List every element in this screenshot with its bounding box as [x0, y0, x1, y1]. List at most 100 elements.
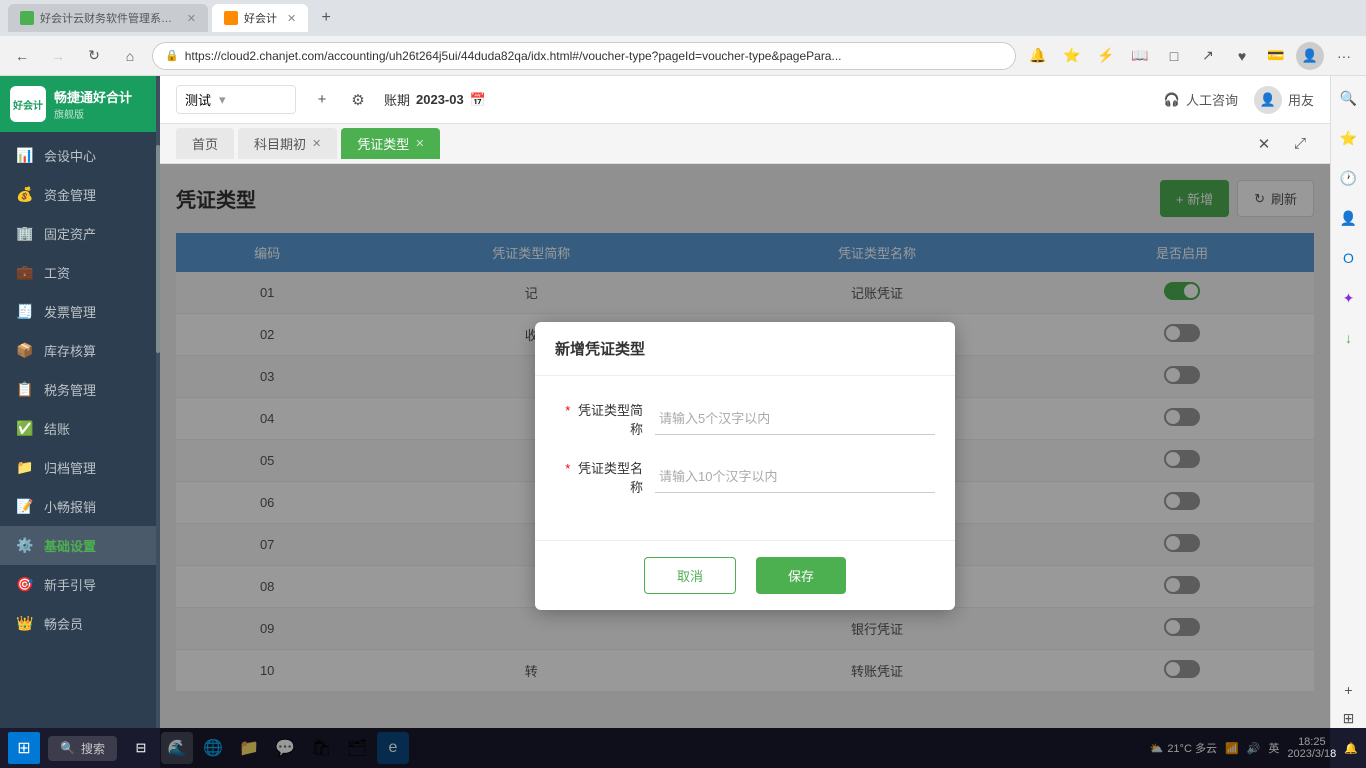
close-panel-icon[interactable]: ✕: [1250, 130, 1278, 158]
sidebar-item-fixed-assets[interactable]: 🏢 固定资产: [0, 214, 160, 253]
tab-subject-close[interactable]: ✕: [312, 137, 321, 150]
dashboard-icon: 📊: [16, 147, 34, 165]
name-input[interactable]: [655, 461, 935, 493]
tab-voucher-close[interactable]: ✕: [415, 137, 424, 150]
cancel-button[interactable]: 取消: [644, 557, 736, 594]
sidebar-item-guide[interactable]: 🎯 新手引导: [0, 565, 160, 604]
windows-icon: ⊞: [17, 738, 30, 758]
archive-icon: 📁: [16, 459, 34, 477]
start-button[interactable]: ⊞: [8, 732, 40, 764]
history-panel-btn[interactable]: 🕐: [1335, 164, 1363, 192]
sidebar-logo[interactable]: 好会计 畅捷通好合计 旗舰版: [0, 76, 160, 132]
sidebar-item-capital[interactable]: 💰 资金管理: [0, 175, 160, 214]
logo-title: 畅捷通好合计: [54, 87, 132, 106]
new-tab-button[interactable]: +: [312, 4, 340, 32]
collections-btn[interactable]: □: [1160, 42, 1188, 70]
add-panel-btn[interactable]: +: [1335, 676, 1363, 704]
reload-button[interactable]: ↻: [80, 42, 108, 70]
sidebar-item-tax[interactable]: 📋 税务管理: [0, 370, 160, 409]
fixed-assets-icon: 🏢: [16, 225, 34, 243]
sidebar-label-guide: 新手引导: [44, 575, 96, 594]
user-panel-btn[interactable]: 👤: [1335, 204, 1363, 232]
tab-home-label: 首页: [192, 134, 218, 153]
form-row-name: * 凭证类型名称: [555, 458, 935, 496]
sidebar: 好会计 畅捷通好合计 旗舰版 📊 会设中心 💰 资金管理 🏢 固定资产 💼 工资: [0, 76, 160, 768]
invoice-icon: 🧾: [16, 303, 34, 321]
notification-btn[interactable]: 🔔: [1344, 742, 1358, 755]
add-company-btn[interactable]: +: [308, 86, 336, 114]
settings-gear-btn[interactable]: ⚙: [344, 86, 372, 114]
tab-home[interactable]: 首页: [176, 128, 234, 159]
sidebar-item-invoice[interactable]: 🧾 发票管理: [0, 292, 160, 331]
salary-icon: 💼: [16, 264, 34, 282]
extensions-btn[interactable]: 🔔: [1024, 42, 1052, 70]
member-icon: 👑: [16, 615, 34, 633]
sidebar-label-report: 小畅报销: [44, 497, 96, 516]
sidebar-item-inventory[interactable]: 📦 库存核算: [0, 331, 160, 370]
topbar-actions: + ⚙: [308, 86, 372, 114]
main-content: 凭证类型 + 新增 ↻ 刷新 编码 凭证类型简称 凭证类型名称 是否启用: [160, 164, 1330, 768]
service-button[interactable]: 🎧 人工咨询: [1164, 90, 1238, 109]
company-selector[interactable]: 测试 ▾: [176, 85, 296, 114]
tab-voucher-type[interactable]: 凭证类型 ✕: [341, 128, 440, 159]
outlook-panel-btn[interactable]: O: [1335, 244, 1363, 272]
bookmark-btn[interactable]: ⭐: [1058, 42, 1086, 70]
performance-btn[interactable]: ⚡: [1092, 42, 1120, 70]
sidebar-label-capital: 资金管理: [44, 185, 96, 204]
period-calendar-icon[interactable]: 📅: [470, 92, 486, 108]
favorites-btn[interactable]: ♥: [1228, 42, 1256, 70]
tab-subject[interactable]: 科目期初 ✕: [238, 128, 337, 159]
browser-tab-2[interactable]: 好会计 ✕: [212, 4, 308, 32]
save-button[interactable]: 保存: [756, 557, 846, 594]
user-button[interactable]: 👤 用友: [1254, 86, 1314, 114]
sidebar-label-settings: 基础设置: [44, 536, 96, 555]
tax-icon: 📋: [16, 381, 34, 399]
sidebar-item-settlement[interactable]: ✅ 结账: [0, 409, 160, 448]
sidebar-item-settings[interactable]: ⚙️ 基础设置: [0, 526, 160, 565]
taskview-btn[interactable]: ⊟: [125, 732, 157, 764]
home-button[interactable]: ⌂: [116, 42, 144, 70]
back-button[interactable]: ←: [8, 42, 36, 70]
tab-title-2: 好会计: [244, 10, 277, 26]
url-bar[interactable]: 🔒 https://cloud2.chanjet.com/accounting/…: [152, 42, 1016, 70]
share-btn[interactable]: ↗: [1194, 42, 1222, 70]
star-panel-btn[interactable]: ⭐: [1335, 124, 1363, 152]
sidebar-item-dashboard[interactable]: 📊 会设中心: [0, 136, 160, 175]
add-voucher-type-modal: 新增凭证类型 * 凭证类型简称 *: [535, 322, 955, 610]
reading-btn[interactable]: 📖: [1126, 42, 1154, 70]
address-bar: ← → ↻ ⌂ 🔒 https://cloud2.chanjet.com/acc…: [0, 36, 1366, 76]
required-asterisk: *: [565, 403, 570, 418]
page-tab-nav: 首页 科目期初 ✕ 凭证类型 ✕ ✕ ⤢: [160, 124, 1330, 164]
forward-button[interactable]: →: [44, 42, 72, 70]
profile-button[interactable]: 👤: [1296, 42, 1324, 70]
tab-close-1[interactable]: ✕: [187, 12, 196, 25]
expand-icon[interactable]: ⤢: [1286, 130, 1314, 158]
logo-text-area: 畅捷通好合计 旗舰版: [54, 87, 132, 121]
required-asterisk-2: *: [565, 461, 570, 476]
abbr-input[interactable]: [655, 403, 935, 435]
tab-close-2[interactable]: ✕: [287, 12, 296, 25]
menu-btn[interactable]: ···: [1330, 42, 1358, 70]
period-display: 账期 2023-03 📅: [384, 90, 486, 109]
search-panel-btn[interactable]: 🔍: [1335, 84, 1363, 112]
copilot-panel-btn[interactable]: ✦: [1335, 284, 1363, 312]
download-panel-btn[interactable]: ↓: [1335, 324, 1363, 352]
period-value: 2023-03: [416, 92, 464, 107]
right-panel: 🔍 ⭐ 🕐 👤 O ✦ ↓ + ⊞ ⚙: [1330, 76, 1366, 768]
sidebar-label-dashboard: 会设中心: [44, 146, 96, 165]
sidebar-item-report[interactable]: 📝 小畅报销: [0, 487, 160, 526]
topbar-right: 🎧 人工咨询 👤 用友: [1164, 86, 1314, 114]
sidebar-item-member[interactable]: 👑 畅会员: [0, 604, 160, 643]
settings-icon: ⚙️: [16, 537, 34, 555]
lock-icon: 🔒: [165, 49, 179, 62]
sidebar-item-salary[interactable]: 💼 工资: [0, 253, 160, 292]
inventory-icon: 📦: [16, 342, 34, 360]
report-icon: 📝: [16, 498, 34, 516]
sidebar-items: 📊 会设中心 💰 资金管理 🏢 固定资产 💼 工资 🧾 发票管理 📦 库: [0, 132, 160, 731]
modal-header: 新增凭证类型: [535, 322, 955, 376]
taskbar-search[interactable]: 🔍 搜索: [48, 736, 117, 761]
sidebar-label-archive: 归档管理: [44, 458, 96, 477]
sidebar-item-archive[interactable]: 📁 归档管理: [0, 448, 160, 487]
browser-tab-1[interactable]: 好会计云财务软件管理系统_会计 ✕: [8, 4, 208, 32]
wallet-btn[interactable]: 💳: [1262, 42, 1290, 70]
